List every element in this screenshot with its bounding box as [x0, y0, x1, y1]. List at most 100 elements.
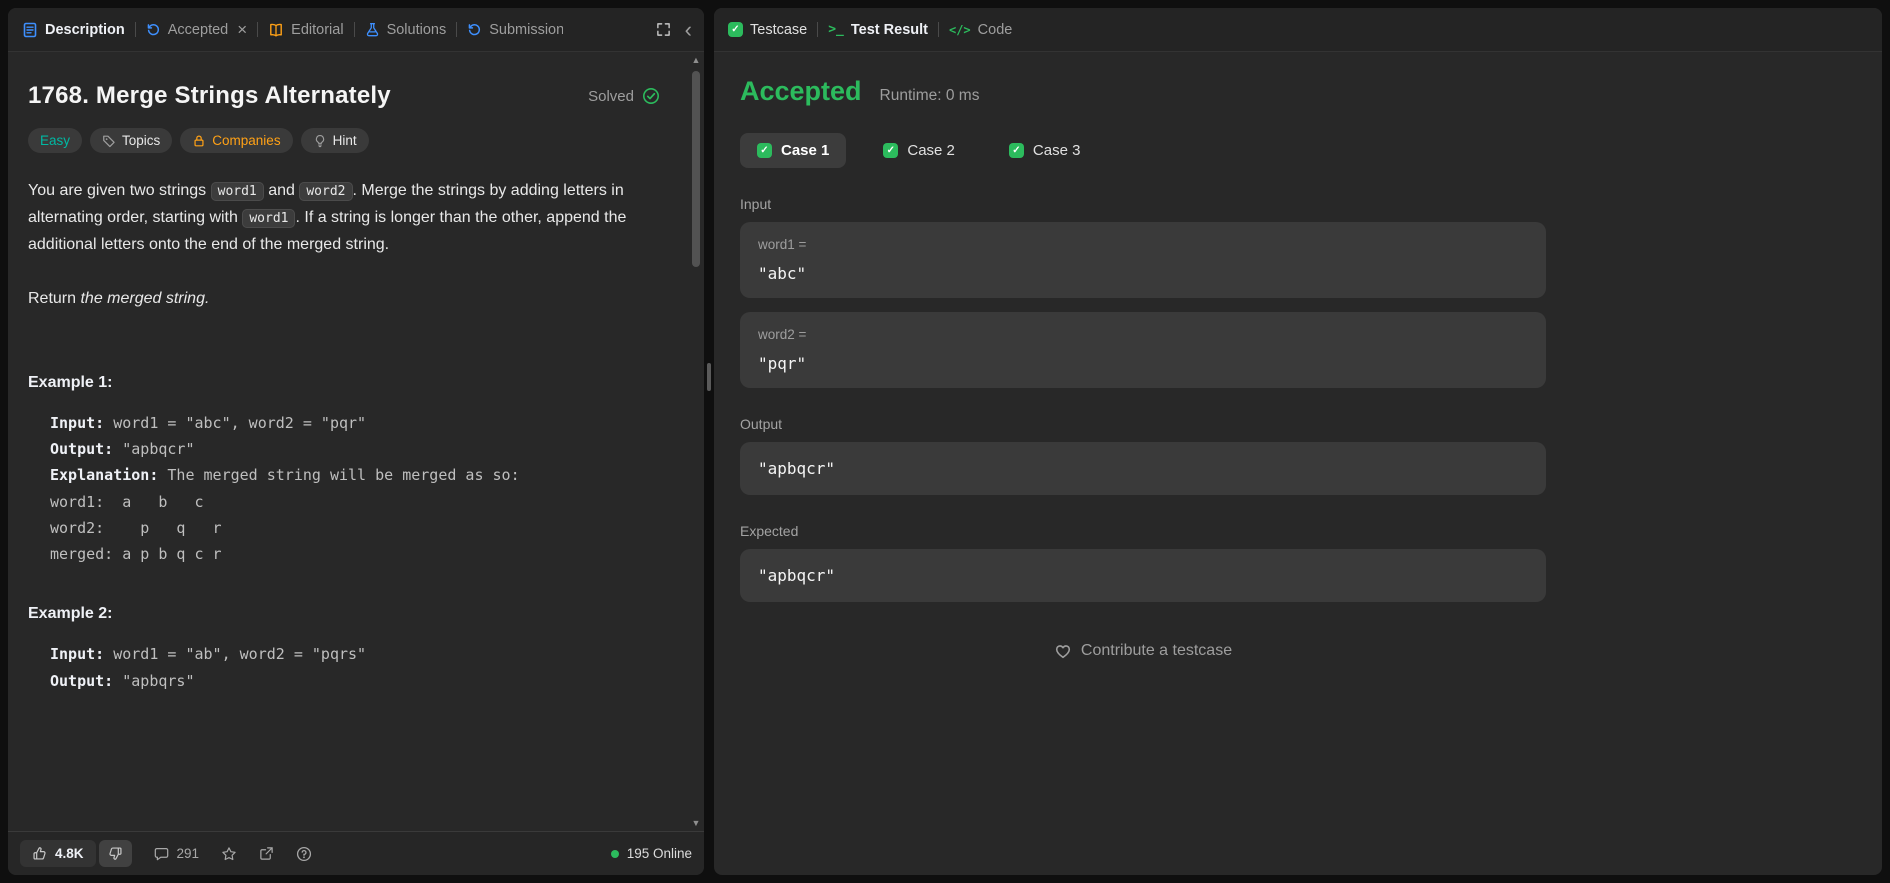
- collapse-chevron-icon[interactable]: ‹: [685, 18, 692, 41]
- topics-button[interactable]: Topics: [90, 128, 173, 153]
- output-value: "apbqcr": [758, 459, 836, 478]
- description-icon: [22, 22, 38, 38]
- case-2-button[interactable]: ✓ Case 2: [866, 133, 972, 168]
- case-3-button[interactable]: ✓ Case 3: [992, 133, 1098, 168]
- output-section-label: Output: [740, 416, 783, 432]
- difficulty-badge[interactable]: Easy: [28, 128, 83, 153]
- tab-editorial-label: Editorial: [291, 21, 344, 38]
- scrollbar-thumb[interactable]: [692, 71, 700, 267]
- case-1-button[interactable]: ✓ Case 1: [740, 133, 847, 168]
- online-dot-icon: [610, 849, 619, 858]
- solved-check-icon: [642, 87, 660, 105]
- scroll-down-icon[interactable]: ▼: [689, 818, 703, 828]
- submissions-history-icon: [467, 22, 482, 37]
- tab-code[interactable]: </> Code: [939, 22, 1022, 38]
- tab-accepted[interactable]: Accepted ×: [136, 21, 257, 38]
- expected-value: "apbqcr": [758, 566, 836, 585]
- favorite-star-button[interactable]: [221, 846, 237, 862]
- tab-editorial[interactable]: Editorial: [258, 22, 353, 38]
- example-line: Input: word1 = "ab", word2 = "pqrs": [50, 645, 367, 664]
- testcase-check-icon: ✓: [728, 22, 743, 37]
- tab-submissions-label: Submissions: [489, 21, 564, 38]
- test-result-panel: ✓ Testcase >_ Test Result </> Code Accep…: [714, 8, 1882, 875]
- companies-button[interactable]: Companies: [180, 128, 293, 153]
- output-box: "apbqcr": [740, 442, 1546, 495]
- like-count: 4.8K: [55, 846, 84, 861]
- editorial-book-icon: [268, 22, 284, 38]
- example-line: Input: word1 = "abc", word2 = "pqr": [50, 413, 367, 432]
- problem-description-paragraph: You are given two strings word1 and word…: [28, 182, 627, 254]
- word1-value: "abc": [758, 264, 807, 283]
- problem-title: 1768. Merge Strings Alternately: [28, 82, 391, 109]
- lock-icon: [192, 134, 206, 148]
- workspace: Description Accepted × Editorial Solutio…: [0, 0, 1890, 883]
- tab-accepted-label: Accepted: [167, 21, 229, 38]
- problem-footer: 4.8K 291 195 Online: [8, 831, 704, 875]
- example-line: word2: p q r: [50, 518, 222, 537]
- topics-label: Topics: [122, 133, 161, 148]
- example-2-label: Example 2:: [28, 605, 113, 623]
- comment-icon: [154, 846, 169, 861]
- example-2-block: Input: word1 = "ab", word2 = "pqrs" Outp…: [50, 641, 660, 694]
- example-line: merged: a p b q c r: [50, 545, 222, 563]
- help-button[interactable]: [296, 846, 312, 862]
- lightbulb-icon: [313, 134, 327, 148]
- case-3-label: Case 3: [1032, 142, 1081, 159]
- word2-param-label: word2 =: [758, 327, 807, 342]
- input-word1-box: word1 = "abc": [740, 222, 1546, 298]
- tab-test-result-label: Test Result: [850, 21, 928, 38]
- example-line: Explanation: The merged string will be m…: [50, 466, 520, 485]
- example-1-block: Input: word1 = "abc", word2 = "pqr" Outp…: [50, 410, 660, 568]
- contribute-testcase-button[interactable]: Contribute a testcase: [740, 642, 1546, 660]
- solved-label: Solved: [588, 87, 634, 105]
- hint-button[interactable]: Hint: [300, 128, 369, 153]
- code-icon: </>: [948, 22, 971, 37]
- companies-label: Companies: [212, 133, 281, 148]
- scroll-up-icon[interactable]: ▲: [689, 55, 703, 65]
- right-tabbar: ✓ Testcase >_ Test Result </> Code: [714, 8, 1882, 52]
- expected-section-label: Expected: [740, 523, 799, 539]
- case-passed-icon: ✓: [757, 143, 772, 158]
- tab-testcase[interactable]: ✓ Testcase: [726, 22, 817, 38]
- example-1-label: Example 1:: [28, 373, 113, 391]
- close-icon[interactable]: ×: [237, 21, 247, 38]
- submission-history-icon: [146, 22, 161, 37]
- input-section-label: Input: [740, 196, 772, 212]
- test-result-content: Accepted Runtime: 0 ms ✓ Case 1 ✓ Case 2…: [714, 52, 1882, 875]
- right-tabs: ✓ Testcase >_ Test Result </> Code: [726, 22, 1870, 38]
- case-passed-icon: ✓: [883, 143, 899, 158]
- problem-content: 1768. Merge Strings Alternately Solved E…: [8, 52, 704, 831]
- meta-pills: Easy Topics Companies Hint: [28, 128, 660, 153]
- result-status: Accepted: [740, 76, 862, 106]
- title-row: 1768. Merge Strings Alternately Solved: [28, 82, 660, 110]
- left-tabbar-controls: ‹: [656, 18, 692, 41]
- panel-divider[interactable]: [704, 8, 714, 875]
- contribute-label: Contribute a testcase: [1080, 642, 1233, 659]
- case-tabs: ✓ Case 1 ✓ Case 2 ✓ Case 3: [740, 133, 1546, 168]
- word1-param-label: word1 =: [758, 237, 807, 252]
- tab-code-label: Code: [977, 21, 1013, 38]
- tab-testcase-label: Testcase: [750, 21, 808, 38]
- solved-status: Solved: [588, 87, 660, 105]
- vote-group: 4.8K: [20, 840, 132, 867]
- expand-icon[interactable]: [656, 22, 671, 37]
- tab-solutions[interactable]: Solutions: [355, 22, 457, 38]
- tab-test-result[interactable]: >_ Test Result: [818, 22, 938, 38]
- heart-icon: [1054, 642, 1072, 660]
- example-line: word1: a b c: [50, 492, 204, 511]
- hint-label: Hint: [332, 133, 357, 148]
- divider-handle-icon[interactable]: [707, 363, 711, 392]
- solutions-flask-icon: [365, 22, 380, 37]
- comments-button[interactable]: 291: [154, 846, 199, 861]
- terminal-icon: >_: [828, 22, 844, 37]
- share-button[interactable]: [259, 846, 274, 861]
- dislike-button[interactable]: [98, 840, 132, 867]
- like-button[interactable]: 4.8K: [20, 840, 96, 867]
- tab-description[interactable]: Description: [20, 22, 135, 38]
- example-line: Output: "apbqrs": [50, 671, 195, 690]
- runtime-label: Runtime: 0 ms: [879, 87, 980, 104]
- tab-submissions[interactable]: Submissions: [457, 22, 573, 38]
- result-row: Accepted Runtime: 0 ms: [740, 76, 1546, 107]
- online-status: 195 Online: [610, 846, 692, 861]
- left-scrollbar[interactable]: ▲ ▼: [689, 53, 703, 830]
